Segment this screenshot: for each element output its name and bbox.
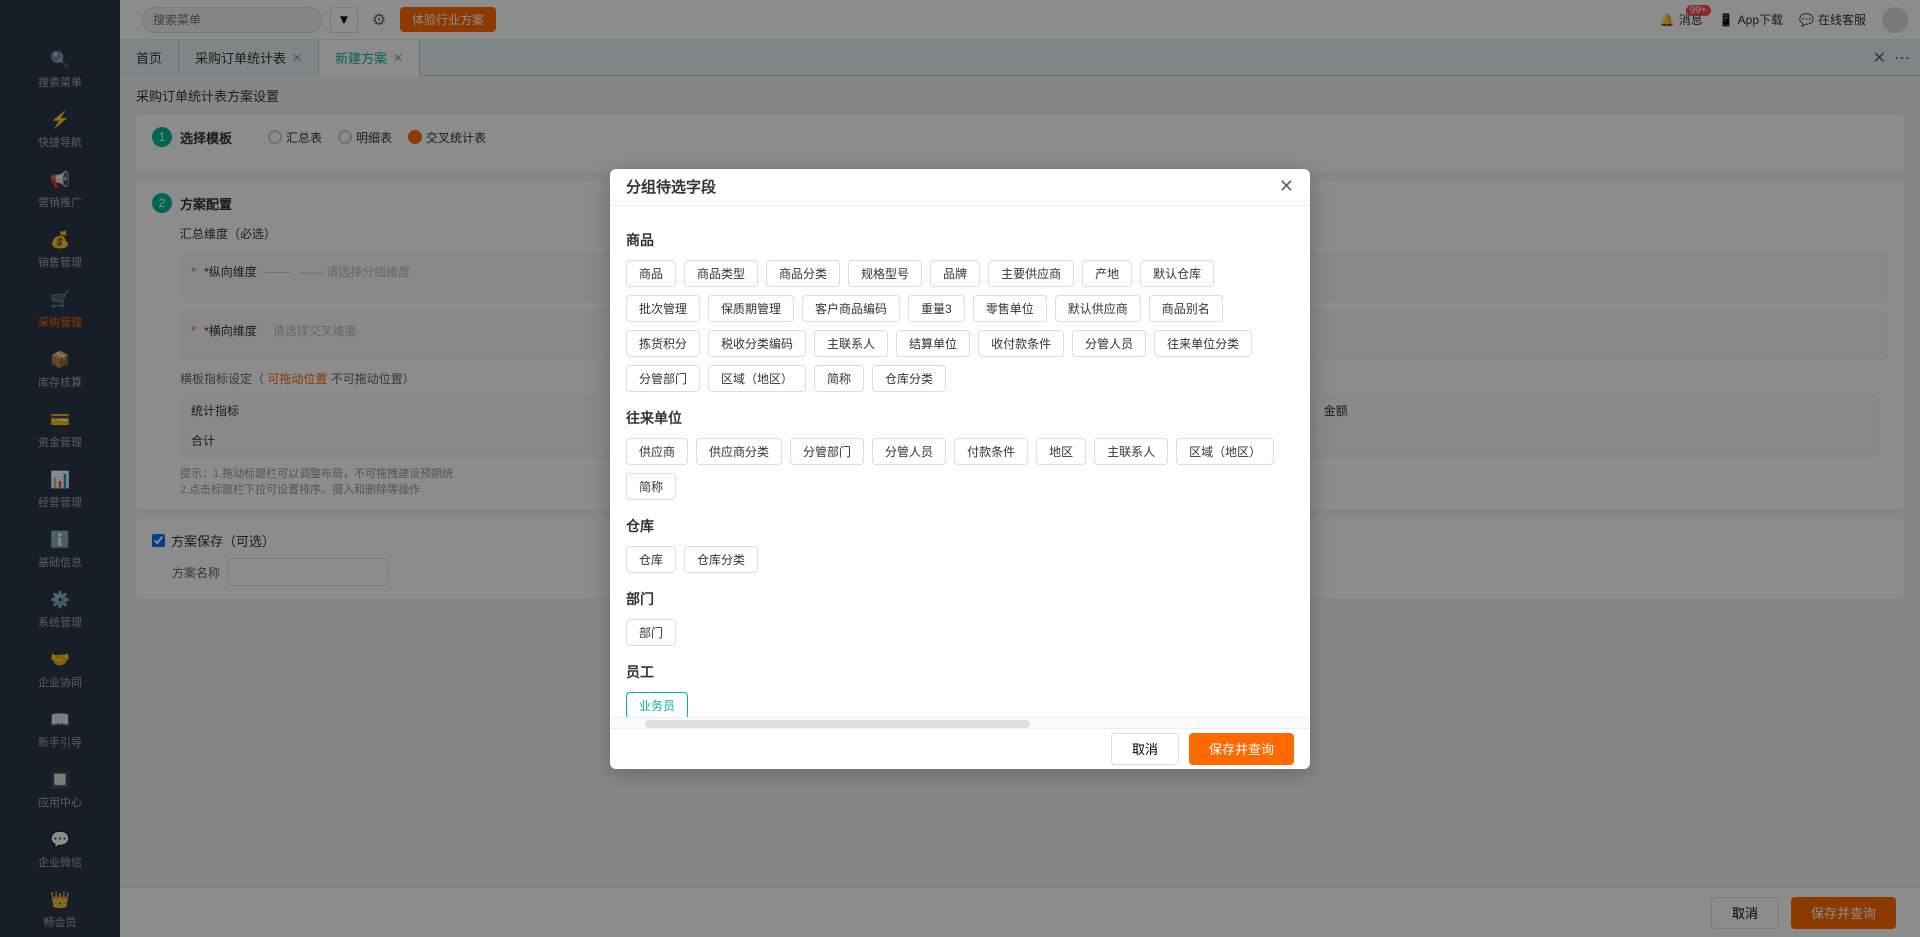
section-partner-title: 往来单位 bbox=[626, 408, 1294, 428]
dept-field-tags: 部门 bbox=[626, 619, 1294, 646]
field-tag[interactable]: 主联系人 bbox=[1094, 438, 1168, 465]
field-tag[interactable]: 主要供应商 bbox=[988, 260, 1074, 287]
field-tag[interactable]: 简称 bbox=[626, 473, 676, 500]
field-tag[interactable]: 拣货积分 bbox=[626, 330, 700, 357]
field-tag[interactable]: 收付款条件 bbox=[978, 330, 1064, 357]
field-tag[interactable]: 供应商分类 bbox=[696, 438, 782, 465]
field-tag[interactable]: 商品类型 bbox=[684, 260, 758, 287]
field-tag[interactable]: 默认仓库 bbox=[1140, 260, 1214, 287]
field-tag[interactable]: 仓库分类 bbox=[872, 365, 946, 392]
field-tag[interactable]: 区域（地区） bbox=[1176, 438, 1274, 465]
field-tag[interactable]: 批次管理 bbox=[626, 295, 700, 322]
partner-field-tags: 供应商 供应商分类 分管部门 分管人员 付款条件 地区 主联系人 区域（地区） … bbox=[626, 438, 1294, 500]
employee-field-tags: 业务员 bbox=[626, 692, 1294, 716]
field-tag-salesperson[interactable]: 业务员 bbox=[626, 692, 688, 716]
warehouse-field-tags: 仓库 仓库分类 bbox=[626, 546, 1294, 573]
section-warehouse-title: 仓库 bbox=[626, 516, 1294, 536]
field-tag[interactable]: 重量3 bbox=[908, 295, 965, 322]
modal-confirm-button[interactable]: 保存并查询 bbox=[1189, 733, 1294, 765]
section-dept-title: 部门 bbox=[626, 589, 1294, 609]
field-tag[interactable]: 付款条件 bbox=[954, 438, 1028, 465]
field-tag[interactable]: 商品分类 bbox=[766, 260, 840, 287]
field-tag[interactable]: 品牌 bbox=[930, 260, 980, 287]
field-tag[interactable]: 规格型号 bbox=[848, 260, 922, 287]
field-tag[interactable]: 仓库 bbox=[626, 546, 676, 573]
section-dept: 部门 部门 bbox=[626, 589, 1294, 646]
modal-title: 分组待选字段 bbox=[626, 176, 716, 197]
modal-header: 分组待选字段 ✕ bbox=[610, 169, 1310, 207]
modal-close-button[interactable]: ✕ bbox=[1279, 176, 1294, 197]
field-tag[interactable]: 分管部门 bbox=[626, 365, 700, 392]
modal-overlay: 分组待选字段 ✕ 商品 商品 商品类型 商品分类 规格型号 品牌 主要供应商 产… bbox=[0, 0, 1920, 937]
field-tag[interactable]: 客户商品编码 bbox=[802, 295, 900, 322]
modal-hscrollbar[interactable] bbox=[610, 717, 1310, 728]
field-tag[interactable]: 地区 bbox=[1036, 438, 1086, 465]
field-tag[interactable]: 商品 bbox=[626, 260, 676, 287]
modal-body: 商品 商品 商品类型 商品分类 规格型号 品牌 主要供应商 产地 默认仓库 批次… bbox=[610, 206, 1310, 716]
goods-field-tags: 商品 商品类型 商品分类 规格型号 品牌 主要供应商 产地 默认仓库 批次管理 … bbox=[626, 260, 1294, 392]
field-tag[interactable]: 分管人员 bbox=[1072, 330, 1146, 357]
section-partner: 往来单位 供应商 供应商分类 分管部门 分管人员 付款条件 地区 主联系人 区域… bbox=[626, 408, 1294, 500]
field-tag[interactable]: 部门 bbox=[626, 619, 676, 646]
field-tag[interactable]: 分管人员 bbox=[872, 438, 946, 465]
field-tag[interactable]: 保质期管理 bbox=[708, 295, 794, 322]
field-tag[interactable]: 零售单位 bbox=[973, 295, 1047, 322]
modal-footer: 取消 保存并查询 bbox=[610, 728, 1310, 769]
section-warehouse: 仓库 仓库 仓库分类 bbox=[626, 516, 1294, 573]
field-tag[interactable]: 分管部门 bbox=[790, 438, 864, 465]
field-tag[interactable]: 主联系人 bbox=[814, 330, 888, 357]
modal-cancel-button[interactable]: 取消 bbox=[1111, 733, 1179, 765]
section-employee-title: 员工 bbox=[626, 662, 1294, 682]
section-goods-title: 商品 bbox=[626, 230, 1294, 250]
field-tag[interactable]: 商品别名 bbox=[1149, 295, 1223, 322]
field-tag[interactable]: 往来单位分类 bbox=[1154, 330, 1252, 357]
field-tag[interactable]: 供应商 bbox=[626, 438, 688, 465]
field-tag[interactable]: 产地 bbox=[1082, 260, 1132, 287]
field-tag[interactable]: 结算单位 bbox=[896, 330, 970, 357]
field-tag[interactable]: 简称 bbox=[814, 365, 864, 392]
field-tag[interactable]: 税收分类编码 bbox=[708, 330, 806, 357]
modal: 分组待选字段 ✕ 商品 商品 商品类型 商品分类 规格型号 品牌 主要供应商 产… bbox=[610, 169, 1310, 769]
field-tag[interactable]: 区域（地区） bbox=[708, 365, 806, 392]
field-tag[interactable]: 默认供应商 bbox=[1055, 295, 1141, 322]
section-employee: 员工 业务员 bbox=[626, 662, 1294, 716]
field-tag[interactable]: 仓库分类 bbox=[684, 546, 758, 573]
section-goods: 商品 商品 商品类型 商品分类 规格型号 品牌 主要供应商 产地 默认仓库 批次… bbox=[626, 230, 1294, 392]
